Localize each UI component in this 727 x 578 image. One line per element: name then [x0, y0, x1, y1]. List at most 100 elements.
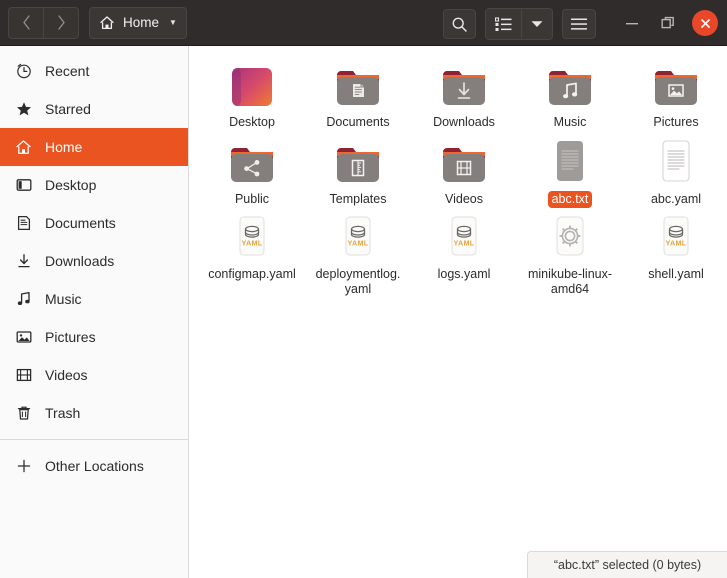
file-label: Videos: [445, 192, 483, 206]
hamburger-menu-icon: [571, 18, 587, 30]
sidebar-item-recent[interactable]: Recent: [0, 52, 188, 90]
clock-icon: [15, 63, 32, 80]
maximize-button[interactable]: [651, 6, 685, 40]
list-view-button[interactable]: [486, 9, 521, 39]
back-button[interactable]: [9, 8, 43, 38]
file-item[interactable]: YAML configmap.yaml: [199, 208, 305, 298]
folder-desktop-icon: [227, 60, 277, 110]
svg-text:YAML: YAML: [242, 239, 263, 248]
view-mode-group: [485, 8, 553, 40]
trash-icon: [15, 405, 32, 422]
sidebar-item-label: Trash: [45, 405, 81, 421]
file-item[interactable]: Documents: [305, 54, 411, 131]
file-label: Documents: [326, 115, 390, 129]
file-item[interactable]: YAML logs.yaml: [411, 208, 517, 298]
search-icon: [452, 17, 467, 32]
folder-documents-icon: [333, 60, 383, 110]
film-icon: [15, 367, 32, 384]
sidebar-item-documents[interactable]: Documents: [0, 204, 188, 242]
header-toolbar: [443, 8, 596, 40]
minimize-button[interactable]: [615, 6, 649, 40]
folder-music-icon: [545, 60, 595, 110]
folder-public-icon: [227, 137, 277, 187]
path-bar-home-button[interactable]: Home ▼: [89, 6, 187, 39]
sidebar-item-label: Desktop: [45, 177, 97, 193]
text-file-icon: [545, 137, 595, 187]
file-label: Templates: [329, 192, 387, 206]
forward-button[interactable]: [43, 7, 78, 38]
star-icon: [15, 101, 32, 118]
file-item[interactable]: Music: [517, 54, 623, 131]
svg-text:YAML: YAML: [666, 239, 687, 248]
chevron-down-icon: [531, 21, 543, 27]
sidebar-item-desktop[interactable]: Desktop: [0, 166, 188, 204]
sidebar-item-videos[interactable]: Videos: [0, 356, 188, 394]
text-file-icon: [651, 137, 701, 187]
file-label: minikube-linux-amd64: [527, 267, 613, 296]
file-item[interactable]: abc.txt: [517, 131, 623, 208]
navigation-buttons: [8, 6, 79, 39]
close-button[interactable]: [692, 10, 718, 36]
sidebar-item-label: Videos: [45, 367, 88, 383]
file-label: Public: [234, 192, 270, 206]
file-item[interactable]: Videos: [411, 131, 517, 208]
main-menu-button[interactable]: [562, 9, 596, 39]
status-text: “abc.txt” selected (0 bytes): [553, 558, 702, 572]
picture-icon: [15, 329, 32, 346]
file-grid-area[interactable]: Desktop Documents Downloads Music Pictur…: [189, 46, 727, 578]
chevron-down-icon[interactable]: ▼: [169, 18, 177, 27]
file-label: abc.yaml: [650, 192, 702, 206]
home-icon: [15, 139, 32, 156]
sidebar-item-music[interactable]: Music: [0, 280, 188, 318]
window-body: Recent Starred Home Desktop Documents Do…: [0, 46, 727, 578]
sidebar-item-pictures[interactable]: Pictures: [0, 318, 188, 356]
view-options-button[interactable]: [521, 9, 552, 39]
sidebar-item-label: Documents: [45, 215, 116, 231]
sidebar-item-label: Starred: [45, 101, 91, 117]
file-item[interactable]: Public: [199, 131, 305, 208]
file-label: Desktop: [229, 115, 275, 129]
file-item[interactable]: YAML shell.yaml: [623, 208, 727, 298]
folder-templates-icon: [333, 137, 383, 187]
executable-file-icon: [545, 212, 595, 262]
desktop-icon: [15, 177, 32, 194]
yaml-file-icon: YAML: [227, 212, 277, 262]
file-label: Downloads: [433, 115, 495, 129]
plus-icon: [15, 458, 32, 475]
sidebar-item-label: Recent: [45, 63, 90, 79]
file-item[interactable]: YAML deploymentlog.yaml: [305, 208, 411, 298]
file-item[interactable]: abc.yaml: [623, 131, 727, 208]
sidebar-item-label: Downloads: [45, 253, 115, 269]
sidebar-item-trash[interactable]: Trash: [0, 394, 188, 432]
file-item[interactable]: minikube-linux-amd64: [517, 208, 623, 298]
home-icon: [100, 15, 114, 29]
file-label: configmap.yaml: [208, 267, 296, 281]
sidebar-divider: [0, 439, 188, 440]
sidebar: Recent Starred Home Desktop Documents Do…: [0, 46, 189, 578]
yaml-file-icon: YAML: [439, 212, 489, 262]
file-item[interactable]: Templates: [305, 131, 411, 208]
list-view-icon: [495, 16, 512, 31]
yaml-file-icon: YAML: [333, 212, 383, 262]
path-bar-label: Home: [123, 15, 160, 30]
file-item[interactable]: Desktop: [199, 54, 305, 131]
file-item[interactable]: Pictures: [623, 54, 727, 131]
sidebar-item-home[interactable]: Home: [0, 128, 188, 166]
sidebar-item-label: Home: [45, 139, 83, 155]
sidebar-item-downloads[interactable]: Downloads: [0, 242, 188, 280]
search-button[interactable]: [443, 9, 476, 39]
file-label: logs.yaml: [437, 267, 491, 281]
file-label: Music: [553, 115, 587, 129]
file-manager-window: Home ▼ Recent Starred Home Desktop Docum…: [0, 0, 727, 578]
file-label: deploymentlog.yaml: [315, 267, 401, 296]
header-bar: Home ▼: [0, 0, 727, 46]
chevron-left-icon: [22, 15, 30, 30]
file-label: abc.txt: [547, 191, 593, 208]
sidebar-item-starred[interactable]: Starred: [0, 90, 188, 128]
document-icon: [15, 215, 32, 232]
file-item[interactable]: Downloads: [411, 54, 517, 131]
sidebar-item-label: Music: [45, 291, 82, 307]
close-icon: [700, 18, 710, 28]
file-grid: Desktop Documents Downloads Music Pictur…: [189, 46, 727, 298]
sidebar-item-other-locations[interactable]: Other Locations: [0, 447, 188, 485]
